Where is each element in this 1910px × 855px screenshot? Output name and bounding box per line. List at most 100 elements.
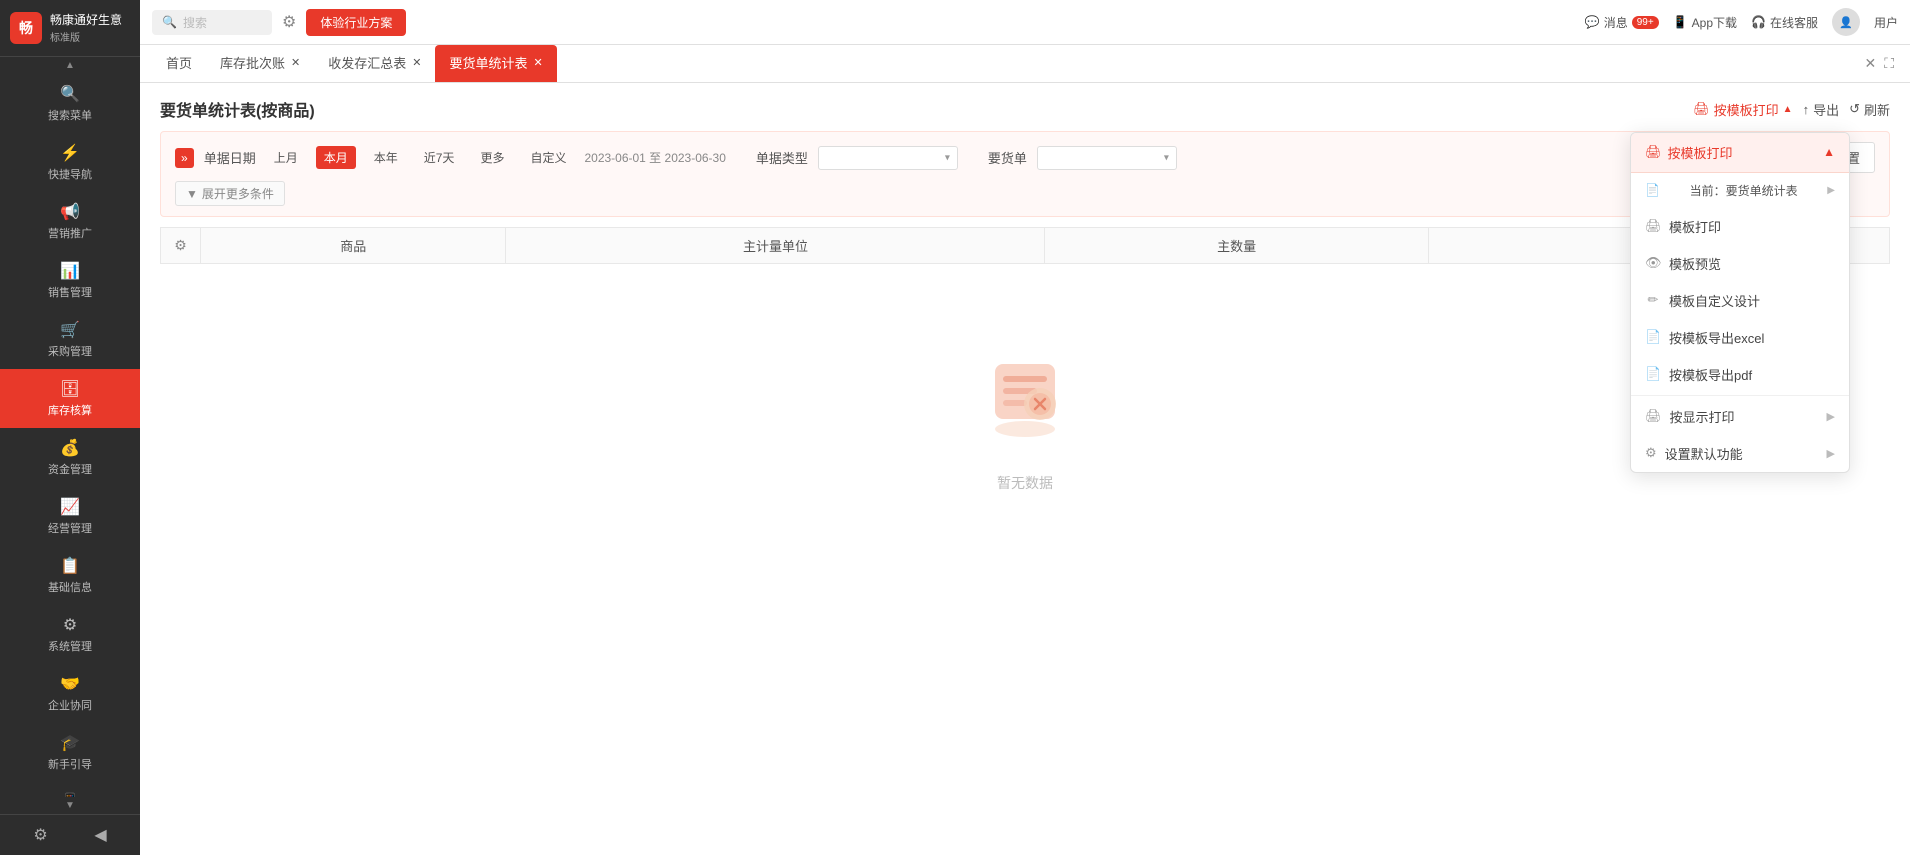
sidebar-item-finance[interactable]: 💰 资金管理 bbox=[0, 428, 140, 487]
export-label: 导出 bbox=[1813, 100, 1839, 119]
yaohuo-type-select[interactable] bbox=[1037, 146, 1177, 170]
dropdown-item-default-func[interactable]: ⚙ 设置默认功能 ▶ bbox=[1631, 435, 1849, 472]
default-func-icon: ⚙ bbox=[1645, 445, 1657, 461]
dropdown-item-template-excel[interactable]: 📄 按模板导出excel bbox=[1631, 319, 1849, 356]
doc-type-select[interactable] bbox=[818, 146, 958, 170]
sidebar-item-label: 新手引导 bbox=[48, 756, 92, 772]
export-icon: ↑ bbox=[1803, 102, 1810, 117]
date-btn-7days[interactable]: 近7天 bbox=[416, 146, 463, 169]
date-btn-more[interactable]: 更多 bbox=[472, 146, 512, 169]
tab-inventory-batch-label: 库存批次账 bbox=[220, 53, 285, 72]
tab-inventory-batch[interactable]: 库存批次账 ✕ bbox=[206, 45, 314, 82]
refresh-icon: ↺ bbox=[1849, 101, 1860, 117]
sidebar-item-sales[interactable]: 📊 销售管理 bbox=[0, 251, 140, 310]
dropdown-chevron-up[interactable]: ▲ bbox=[1823, 145, 1835, 159]
sidebar-item-inventory[interactable]: 🗄 库存核算 bbox=[0, 369, 140, 428]
sidebar-item-operation[interactable]: 📈 经营管理 bbox=[0, 487, 140, 546]
table-settings-icon[interactable]: ⚙ bbox=[174, 237, 187, 253]
yaohuo-type-label: 要货单 bbox=[988, 148, 1027, 167]
template-preview-label: 模板预览 bbox=[1669, 254, 1721, 273]
messages-label: 消息 bbox=[1604, 14, 1628, 31]
sidebar-item-search[interactable]: 🔍 搜索菜单 bbox=[0, 74, 140, 133]
tabbar: 首页 库存批次账 ✕ 收发存汇总表 ✕ 要货单统计表 ✕ ✕ ⛶ bbox=[140, 45, 1910, 83]
expand-conditions-btn[interactable]: ▼ 展开更多条件 bbox=[175, 181, 285, 206]
sidebar-item-label: 资金管理 bbox=[48, 461, 92, 477]
tab-requisition-stats[interactable]: 要货单统计表 ✕ bbox=[435, 45, 556, 82]
online-service-btn[interactable]: 🎧 在线客服 bbox=[1751, 14, 1818, 31]
expand-label: 展开更多条件 bbox=[202, 185, 274, 202]
current-icon: 📄 bbox=[1645, 183, 1660, 197]
topbar-search[interactable]: 🔍 搜索 bbox=[152, 10, 272, 35]
maximize-window-btn[interactable]: ⛶ bbox=[1880, 53, 1898, 74]
sidebar-logo: 畅 畅康通好生意 标准版 bbox=[0, 0, 140, 57]
empty-text: 暂无数据 bbox=[997, 473, 1053, 493]
current-template-label: 📄 当前：要货单统计表 ▶ bbox=[1631, 173, 1849, 208]
tab-home-label: 首页 bbox=[166, 53, 192, 72]
display-print-label: 按显示打印 bbox=[1670, 407, 1735, 426]
dropdown-header[interactable]: 🖨 按模板打印 ▲ bbox=[1631, 133, 1849, 173]
dropdown-item-template-custom[interactable]: ✏ 模板自定义设计 bbox=[1631, 282, 1849, 319]
print-template-btn[interactable]: 🖨 按模板打印 ▲ bbox=[1693, 100, 1792, 119]
date-btn-last-month[interactable]: 上月 bbox=[266, 146, 306, 169]
sidebar-item-guide[interactable]: 🎓 新手引导 bbox=[0, 723, 140, 782]
app-download-btn[interactable]: 📱 App下载 bbox=[1673, 14, 1737, 31]
sidebar-item-label: 营销推广 bbox=[48, 225, 92, 241]
sidebar-item-label: 快捷导航 bbox=[48, 166, 92, 182]
tab-receipts-summary[interactable]: 收发存汇总表 ✕ bbox=[314, 45, 435, 82]
date-btn-this-month[interactable]: 本月 bbox=[316, 146, 356, 169]
main-content: 🔍 搜索 ⚙ 体验行业方案 💬 消息 99+ 📱 App下载 🎧 在线客服 👤 bbox=[140, 0, 1910, 855]
dropdown-item-display-print[interactable]: 🖨 按显示打印 ▶ bbox=[1631, 398, 1849, 435]
sidebar-item-appstore[interactable]: 📱 应用中心 bbox=[0, 782, 140, 797]
export-btn[interactable]: ↑ 导出 bbox=[1803, 100, 1840, 119]
sidebar-item-basic[interactable]: 📋 基础信息 bbox=[0, 546, 140, 605]
sidebar-item-collab[interactable]: 🤝 企业协同 bbox=[0, 664, 140, 723]
topbar-settings-icon[interactable]: ⚙ bbox=[282, 12, 296, 32]
phone-icon: 📱 bbox=[1673, 15, 1688, 29]
filter-expand-icon[interactable]: » bbox=[175, 148, 194, 168]
date-btn-this-year[interactable]: 本年 bbox=[366, 146, 406, 169]
operation-icon: 📈 bbox=[60, 497, 80, 517]
avatar-icon: 👤 bbox=[1839, 16, 1853, 29]
sidebar-scroll-up[interactable]: ▲ bbox=[0, 57, 140, 74]
refresh-label: 刷新 bbox=[1864, 100, 1890, 119]
sidebar-settings-icon[interactable]: ⚙ bbox=[33, 825, 47, 845]
dropdown-item-template-pdf[interactable]: 📄 按模板导出pdf bbox=[1631, 356, 1849, 393]
app-download-label: App下载 bbox=[1692, 14, 1737, 31]
dropdown-item-template-print[interactable]: 🖨 模板打印 bbox=[1631, 208, 1849, 245]
finance-icon: 💰 bbox=[60, 438, 80, 458]
tab-receipts-summary-close[interactable]: ✕ bbox=[412, 56, 421, 69]
tab-requisition-stats-label: 要货单统计表 bbox=[449, 53, 527, 72]
sidebar-collapse-icon[interactable]: ◀ bbox=[94, 825, 106, 845]
message-icon: 💬 bbox=[1585, 15, 1600, 29]
dropdown-divider bbox=[1631, 395, 1849, 396]
sidebar-scroll-down[interactable]: ▼ bbox=[0, 797, 140, 814]
current-chevron: ▶ bbox=[1827, 185, 1835, 196]
app-version: 标准版 bbox=[50, 29, 122, 44]
expand-row: ▼ 展开更多条件 bbox=[175, 181, 1875, 206]
page-actions: 🖨 按模板打印 ▲ ↑ 导出 ↺ 刷新 🖨 bbox=[1693, 100, 1890, 119]
sidebar-item-label: 企业协同 bbox=[48, 697, 92, 713]
sidebar-item-purchase[interactable]: 🛒 采购管理 bbox=[0, 310, 140, 369]
messages-btn[interactable]: 💬 消息 99+ bbox=[1585, 14, 1659, 31]
trial-btn[interactable]: 体验行业方案 bbox=[306, 9, 406, 36]
col-header-product: 商品 bbox=[201, 228, 506, 264]
date-btn-custom[interactable]: 自定义 bbox=[522, 146, 574, 169]
marketing-icon: 📢 bbox=[60, 202, 80, 222]
refresh-btn[interactable]: ↺ 刷新 bbox=[1849, 100, 1890, 119]
table-settings-header: ⚙ bbox=[161, 228, 201, 264]
sidebar-item-marketing[interactable]: 📢 营销推广 bbox=[0, 192, 140, 251]
dropdown-item-template-preview[interactable]: 👁 模板预览 bbox=[1631, 245, 1849, 282]
tab-inventory-batch-close[interactable]: ✕ bbox=[291, 56, 300, 69]
search-nav-icon: 🔍 bbox=[60, 84, 80, 104]
tab-home[interactable]: 首页 bbox=[152, 45, 206, 82]
sidebar-item-label: 采购管理 bbox=[48, 343, 92, 359]
tab-requisition-stats-close[interactable]: ✕ bbox=[534, 56, 543, 69]
template-preview-icon: 👁 bbox=[1645, 255, 1661, 271]
sidebar-item-system[interactable]: ⚙ 系统管理 bbox=[0, 605, 140, 664]
system-icon: ⚙ bbox=[63, 615, 77, 635]
sidebar-item-quicknav[interactable]: ⚡ 快捷导航 bbox=[0, 133, 140, 192]
close-window-btn[interactable]: ✕ bbox=[1860, 53, 1880, 74]
template-pdf-icon: 📄 bbox=[1645, 366, 1661, 382]
user-avatar[interactable]: 👤 bbox=[1832, 8, 1860, 36]
collab-icon: 🤝 bbox=[60, 674, 80, 694]
